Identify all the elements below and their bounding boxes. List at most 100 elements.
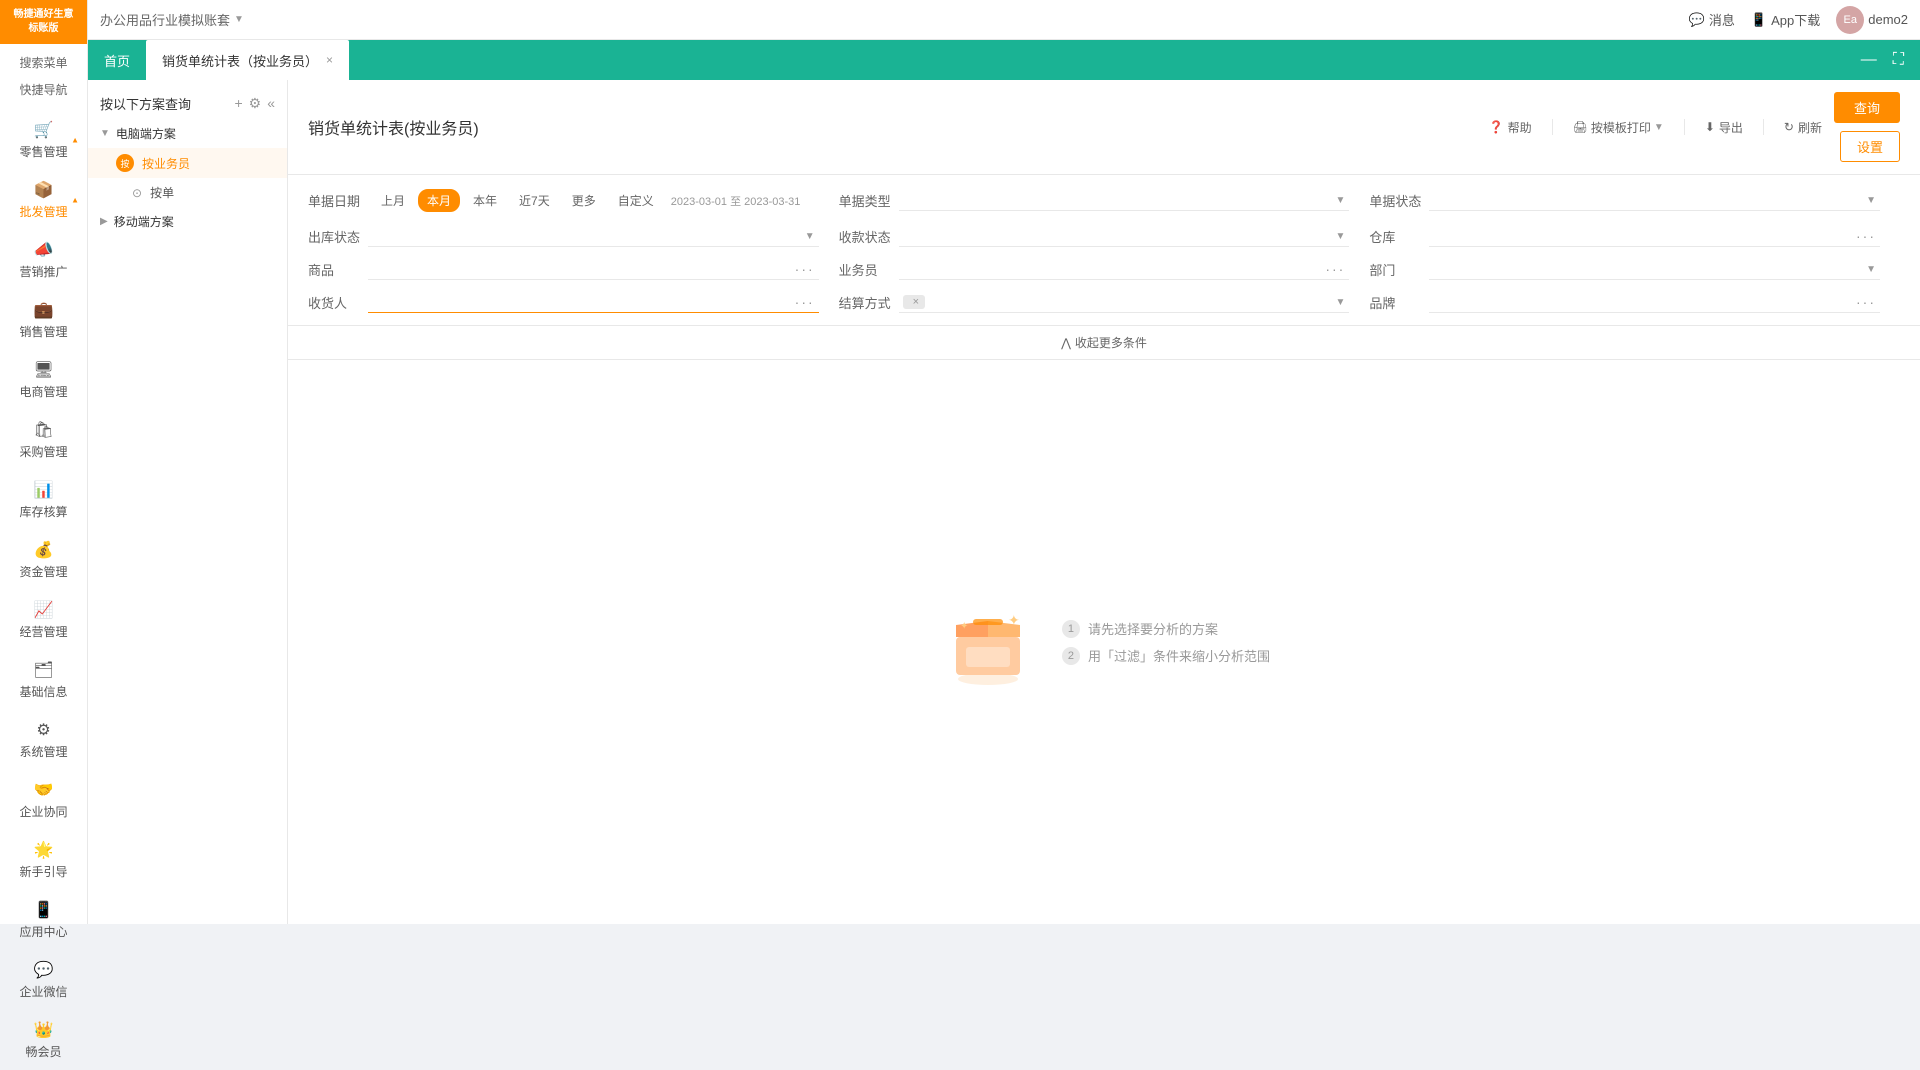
receipt-status-control: ▼	[899, 227, 1350, 247]
doc-type-control: ▼	[899, 191, 1350, 211]
brand-input[interactable]	[1433, 295, 1856, 310]
goods-label: 商品	[308, 260, 368, 279]
left-panel-icons: + ⚙ «	[234, 95, 275, 112]
print-btn[interactable]: 🖨 按模板打印 ▼	[1573, 119, 1664, 136]
dept-input[interactable]	[1433, 262, 1866, 277]
settlement-input[interactable]	[925, 295, 1335, 310]
date-btn-last-7[interactable]: 近7天	[510, 189, 559, 212]
tab-home[interactable]: 首页	[88, 40, 146, 80]
sidebar-item-purchase[interactable]: 🛍 采购管理	[0, 410, 87, 470]
sidebar-quick-nav[interactable]: 快捷导航	[19, 77, 67, 102]
receipt-status-label: 收款状态	[839, 227, 899, 246]
sidebar-item-wechat[interactable]: 💬 企业微信	[0, 950, 87, 1010]
left-panel-header: 按以下方案查询 + ⚙ «	[88, 88, 287, 119]
filter-item-brand: 品牌 ···	[1369, 292, 1900, 313]
retail-icon: 🛒	[34, 120, 54, 140]
receipt-status-input[interactable]	[903, 229, 1336, 244]
goods-input[interactable]	[372, 262, 795, 277]
mobile-section-header[interactable]: ▶ 移动端方案	[88, 207, 287, 236]
goods-dots-icon[interactable]: ···	[795, 261, 815, 277]
out-status-dropdown-icon[interactable]: ▼	[805, 231, 815, 242]
query-button[interactable]: 查询	[1834, 92, 1900, 123]
desktop-section-arrow: ▼	[100, 128, 110, 139]
tab-active[interactable]: 销货单统计表（按业务员） ×	[146, 40, 349, 80]
settlement-dropdown-icon[interactable]: ▼	[1335, 297, 1345, 308]
consignee-input[interactable]	[372, 295, 795, 310]
help-btn[interactable]: ❓ 帮助	[1489, 119, 1532, 136]
tab-minimize-btn[interactable]: —	[1857, 47, 1881, 73]
doc-status-input[interactable]	[1433, 193, 1866, 208]
tab-active-label: 销货单统计表（按业务员）	[162, 51, 318, 70]
date-btn-last-month[interactable]: 上月	[372, 189, 414, 212]
refresh-icon: ↻	[1784, 120, 1794, 134]
sidebar-item-newbie[interactable]: 🌟 新手引导	[0, 830, 87, 890]
doc-status-dropdown-icon[interactable]: ▼	[1866, 195, 1876, 206]
settings-scheme-icon[interactable]: ⚙	[249, 95, 262, 112]
dept-dropdown-icon[interactable]: ▼	[1866, 264, 1876, 275]
tab-maximize-btn[interactable]: ⛶	[1889, 47, 1908, 73]
salesperson-control: ···	[899, 259, 1350, 280]
settings-button[interactable]: 设置	[1840, 131, 1900, 162]
sidebar-search[interactable]: 搜索菜单	[19, 44, 67, 77]
consignee-dots-icon[interactable]: ···	[795, 294, 815, 310]
sidebar-item-operations[interactable]: 📈 经营管理	[0, 590, 87, 650]
date-btn-this-month[interactable]: 本月	[418, 189, 460, 212]
date-btn-more[interactable]: 更多	[563, 189, 605, 212]
doc-type-label: 单据类型	[839, 191, 899, 210]
scheme-item-salesperson[interactable]: 按 按业务员	[88, 148, 287, 178]
scheme-sub-item-order[interactable]: ⊙ 按单	[88, 178, 287, 207]
warehouse-input[interactable]	[1433, 229, 1856, 244]
ecommerce-icon: 🖥	[33, 360, 53, 380]
sidebar-item-enterprise[interactable]: 🤝 企业协同	[0, 770, 87, 830]
sidebar-item-retail[interactable]: 🛒 零售管理	[0, 110, 87, 170]
doc-type-dropdown-icon[interactable]: ▼	[1335, 195, 1345, 206]
out-status-input[interactable]	[372, 229, 805, 244]
sidebar-item-sales[interactable]: 💼 销售管理	[0, 290, 87, 350]
brand-label: 品牌	[1369, 293, 1429, 312]
warehouse-dots-icon[interactable]: ···	[1856, 228, 1876, 244]
tab-close-btn[interactable]: ×	[326, 53, 333, 67]
sidebar-item-member[interactable]: 👑 畅会员	[0, 1010, 87, 1070]
topbar-left: 办公用品行业模拟账套 ▼	[100, 10, 244, 29]
message-btn[interactable]: 💬 消息	[1689, 10, 1735, 29]
settlement-tag-close[interactable]: ×	[913, 296, 919, 308]
sidebar-item-wholesale[interactable]: 📦 批发管理	[0, 170, 87, 230]
refresh-btn[interactable]: ↻ 刷新	[1784, 119, 1822, 136]
receipt-status-dropdown-icon[interactable]: ▼	[1335, 231, 1345, 242]
brand-control: ···	[1429, 292, 1880, 313]
app-download-btn[interactable]: 📱 App下载	[1751, 10, 1820, 29]
chevron-down-icon: ▼	[234, 14, 244, 25]
salesperson-dots-icon[interactable]: ···	[1325, 261, 1345, 277]
collapse-panel-icon[interactable]: «	[267, 95, 275, 112]
brand-dots-icon[interactable]: ···	[1856, 294, 1876, 310]
sidebar-item-system[interactable]: ⚙ 系统管理	[0, 710, 87, 770]
wholesale-icon: 📦	[34, 180, 54, 200]
left-panel-title: 按以下方案查询	[100, 94, 191, 113]
sidebar-item-basic[interactable]: 🗂 基础信息	[0, 650, 87, 710]
export-btn[interactable]: ⬇ 导出	[1705, 119, 1743, 136]
empty-icon: ✦ ✦	[938, 597, 1038, 687]
topbar: 办公用品行业模拟账套 ▼ 💬 消息 📱 App下载 Ea demo2	[88, 0, 1920, 40]
user-info[interactable]: Ea demo2	[1836, 6, 1908, 34]
date-label: 单据日期	[308, 191, 368, 210]
sidebar-item-marketing[interactable]: 📣 营销推广	[0, 230, 87, 290]
left-panel: 按以下方案查询 + ⚙ « ▼ 电脑端方案 按 按业务员 ⊙ 按单	[88, 80, 288, 924]
doc-type-input[interactable]	[903, 193, 1336, 208]
inventory-icon: 📊	[34, 480, 54, 500]
sidebar-item-appstore[interactable]: 📱 应用中心	[0, 890, 87, 950]
doc-status-control: ▼	[1429, 191, 1880, 211]
collapse-bar[interactable]: ⋀ 收起更多条件	[288, 326, 1920, 360]
sidebar-item-ecommerce[interactable]: 🖥 电商管理	[0, 350, 87, 410]
date-btn-custom[interactable]: 自定义	[609, 189, 663, 212]
print-dropdown-icon[interactable]: ▼	[1654, 122, 1664, 133]
collapse-label: 收起更多条件	[1075, 334, 1147, 351]
sidebar-item-finance[interactable]: 💰 资金管理	[0, 530, 87, 590]
account-dropdown[interactable]: 办公用品行业模拟账套 ▼	[100, 10, 244, 29]
add-scheme-icon[interactable]: +	[234, 95, 242, 112]
salesperson-input[interactable]	[903, 262, 1326, 277]
sidebar-item-inventory[interactable]: 📊 库存核算	[0, 470, 87, 530]
tabbar: 首页 销货单统计表（按业务员） × — ⛶	[88, 40, 1920, 80]
filter-item-dept: 部门 ▼	[1369, 260, 1900, 280]
desktop-section-header[interactable]: ▼ 电脑端方案	[88, 119, 287, 148]
date-btn-this-year[interactable]: 本年	[464, 189, 506, 212]
